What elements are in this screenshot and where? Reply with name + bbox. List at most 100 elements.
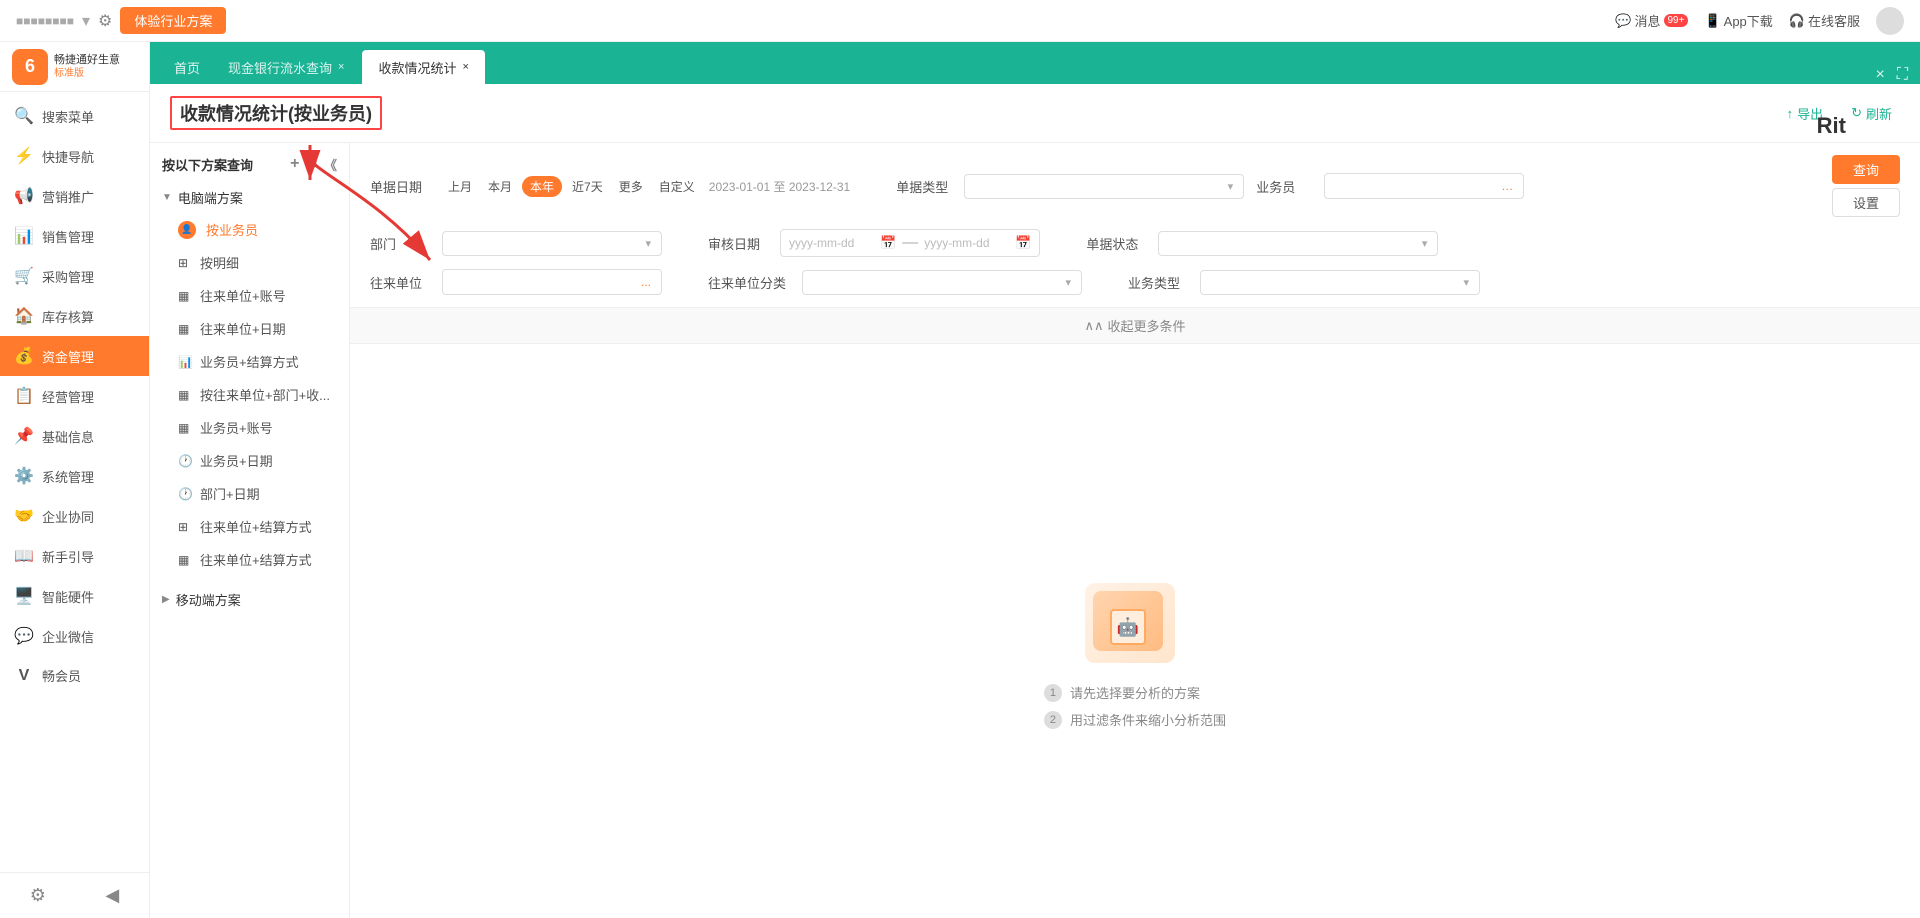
scheme-item-detail[interactable]: ⊞ 按明细 [150,246,349,279]
settings-icon[interactable]: ⚙ [98,11,112,31]
sidebar-item-sales[interactable]: 📊 销售管理 [0,216,149,256]
page-title: 收款情况统计(按业务员) [170,96,382,130]
sales-rep-more-icon[interactable]: … [1501,179,1513,193]
sidebar-settings-btn[interactable]: ⚙ [22,881,54,910]
scheme-item-sales-account[interactable]: ▦ 业务员+账号 [150,411,349,444]
dropdown-arrow-icon[interactable]: ▾ [82,11,90,31]
biz-type-input[interactable]: ▾ [1200,270,1480,295]
sidebar-item-wechat[interactable]: 💬 企业微信 [0,616,149,656]
calendar-end-icon[interactable]: 📅 [1015,235,1031,251]
app-download-btn[interactable]: 📱 App下载 [1704,11,1772,30]
partner-more-icon[interactable]: ... [641,275,651,289]
scheme-item-label-9: 往来单位+结算方式 [200,517,312,536]
doc-type-label: 单据类型 [896,177,952,196]
scheme-item-label-4: 业务员+结算方式 [200,352,299,371]
collapse-bar[interactable]: ∧∧ 收起更多条件 [350,308,1920,344]
date-tab-lastmonth[interactable]: 上月 [442,176,478,197]
filter-collapse-icon[interactable]: 《 [324,155,337,174]
empty-state: 🤖 1 请先选择要分析的方案 2 用过滤条件来缩小分析范围 [350,344,1920,918]
filter-add-icon[interactable]: + [290,155,299,174]
date-tab-custom[interactable]: 自定义 [653,176,701,197]
online-service-btn[interactable]: 🎧 在线客服 [1789,11,1860,30]
sidebar-item-operation[interactable]: 📋 经营管理 [0,376,149,416]
review-date-start: yyyy-mm-dd [789,236,874,250]
partner-label: 往来单位 [370,273,426,292]
sidebar-collapse-btn[interactable]: ◀ [97,881,127,910]
sidebar-item-search[interactable]: 🔍 搜索菜单 [0,96,149,136]
sidebar-item-hardware[interactable]: 🖥️ 智能硬件 [0,576,149,616]
system-icon: ⚙️ [14,466,34,486]
dept-input[interactable]: ▾ [442,231,662,256]
date-range-text: 2023-01-01 至 2023-12-31 [709,178,850,195]
trial-button[interactable]: 体验行业方案 [120,7,226,34]
settings-button[interactable]: 设置 [1832,188,1900,217]
sidebar-item-member[interactable]: V 畅会员 [0,656,149,695]
date-tab-thismonth[interactable]: 本月 [482,176,518,197]
refresh-button[interactable]: ↻ 刷新 [1843,100,1900,127]
sidebar-item-system[interactable]: ⚙️ 系统管理 [0,456,149,496]
sidebar-item-finance[interactable]: 💰 资金管理 [0,336,149,376]
base-info-icon: 📌 [14,426,34,446]
review-date-input-group[interactable]: yyyy-mm-dd 📅 — yyyy-mm-dd 📅 [780,229,1040,257]
partner-input[interactable]: ... [442,269,662,295]
message-btn[interactable]: 💬 消息 99+ [1615,11,1688,30]
scheme-item-partner-settle2[interactable]: ▦ 往来单位+结算方式 [150,543,349,576]
review-date-end: yyyy-mm-dd [924,236,1009,250]
user-avatar[interactable] [1876,7,1904,35]
sidebar-item-collab[interactable]: 🤝 企业协同 [0,496,149,536]
sidebar-item-base-info[interactable]: 📌 基础信息 [0,416,149,456]
mobile-scheme-header[interactable]: ▶ 移动端方案 [150,584,349,615]
partner-category-input[interactable]: ▾ [802,270,1082,295]
sidebar-item-inventory[interactable]: 🏠 库存核算 [0,296,149,336]
date-tab-more[interactable]: 更多 [613,176,649,197]
scheme-item-dept-date[interactable]: 🕐 部门+日期 [150,477,349,510]
scheme-icon-8: 🕐 [178,487,194,501]
doc-status-input[interactable]: ▾ [1158,231,1438,256]
tab-collection-stats-close[interactable]: × [462,61,468,73]
tab-bar-actions: × ⛶ [1875,66,1908,84]
condition-row-1: 单据日期 上月 本月 本年 近7天 更多 自定义 2023-01-01 至 20… [370,155,1900,217]
purchase-icon: 🛒 [14,266,34,286]
desktop-scheme-section: ▼ 电脑端方案 👤 按业务员 ⊞ 按明细 [150,182,349,584]
tab-collection-stats[interactable]: 收款情况统计 × [362,50,484,84]
sidebar-item-marketing[interactable]: 📢 营销推广 [0,176,149,216]
scheme-item-partner-account[interactable]: ▦ 往来单位+账号 [150,279,349,312]
tab-cash-flow-close[interactable]: × [338,61,344,73]
tab-home[interactable]: 首页 [162,50,212,84]
breadcrumb: ■■■■■■■■ [16,14,74,28]
date-tab-thisyear[interactable]: 本年 [522,176,562,197]
tab-cash-flow[interactable]: 现金银行流水查询 × [212,50,360,84]
sales-rep-input[interactable]: … [1324,173,1524,199]
sidebar-item-guide[interactable]: 📖 新手引导 [0,536,149,576]
export-icon: ↑ [1787,106,1794,121]
query-button[interactable]: 查询 [1832,155,1900,184]
scheme-item-label-2: 往来单位+账号 [200,286,286,305]
page-header: 收款情况统计(按业务员) ↑ 导出 ↻ 刷新 [150,84,1920,143]
scheme-item-sales-settle[interactable]: 📊 业务员+结算方式 [150,345,349,378]
scheme-item-sales-date[interactable]: 🕐 业务员+日期 [150,444,349,477]
filter-settings-icon[interactable]: ⚙ [305,155,318,174]
desktop-scheme-header[interactable]: ▼ 电脑端方案 [150,182,349,213]
scheme-item-partner-date[interactable]: ▦ 往来单位+日期 [150,312,349,345]
sidebar-item-quick-nav[interactable]: ⚡ 快捷导航 [0,136,149,176]
doc-type-input[interactable]: ▾ [964,174,1244,199]
biz-type-arrow-icon: ▾ [1463,276,1469,289]
wechat-icon: 💬 [14,626,34,646]
empty-illustration: 🤖 [1055,533,1215,663]
scheme-item-partner-settle1[interactable]: ⊞ 往来单位+结算方式 [150,510,349,543]
tab-close-all-btn[interactable]: × [1875,66,1884,84]
date-tab-7days[interactable]: 近7天 [566,176,609,197]
sidebar-label-quick-nav: 快捷导航 [42,147,94,166]
scheme-item-partner-dept[interactable]: ▦ 按往来单位+部门+收... [150,378,349,411]
calendar-start-icon[interactable]: 📅 [880,235,896,251]
tab-maximize-btn[interactable]: ⛶ [1897,66,1908,84]
sidebar: 6 畅捷通好生意 标准版 🔍 搜索菜单 ⚡ 快捷导航 📢 营销推广 [0,42,150,918]
refresh-label: 刷新 [1866,104,1892,123]
scheme-item-salesperson[interactable]: 👤 按业务员 [150,213,349,246]
sidebar-item-purchase[interactable]: 🛒 采购管理 [0,256,149,296]
collab-icon: 🤝 [14,506,34,526]
main-content: 单据日期 上月 本月 本年 近7天 更多 自定义 2023-01-01 至 20… [350,143,1920,918]
tab-collection-stats-label: 收款情况统计 [378,58,456,77]
sales-icon: 📊 [14,226,34,246]
app-download-label: App下载 [1724,11,1773,30]
